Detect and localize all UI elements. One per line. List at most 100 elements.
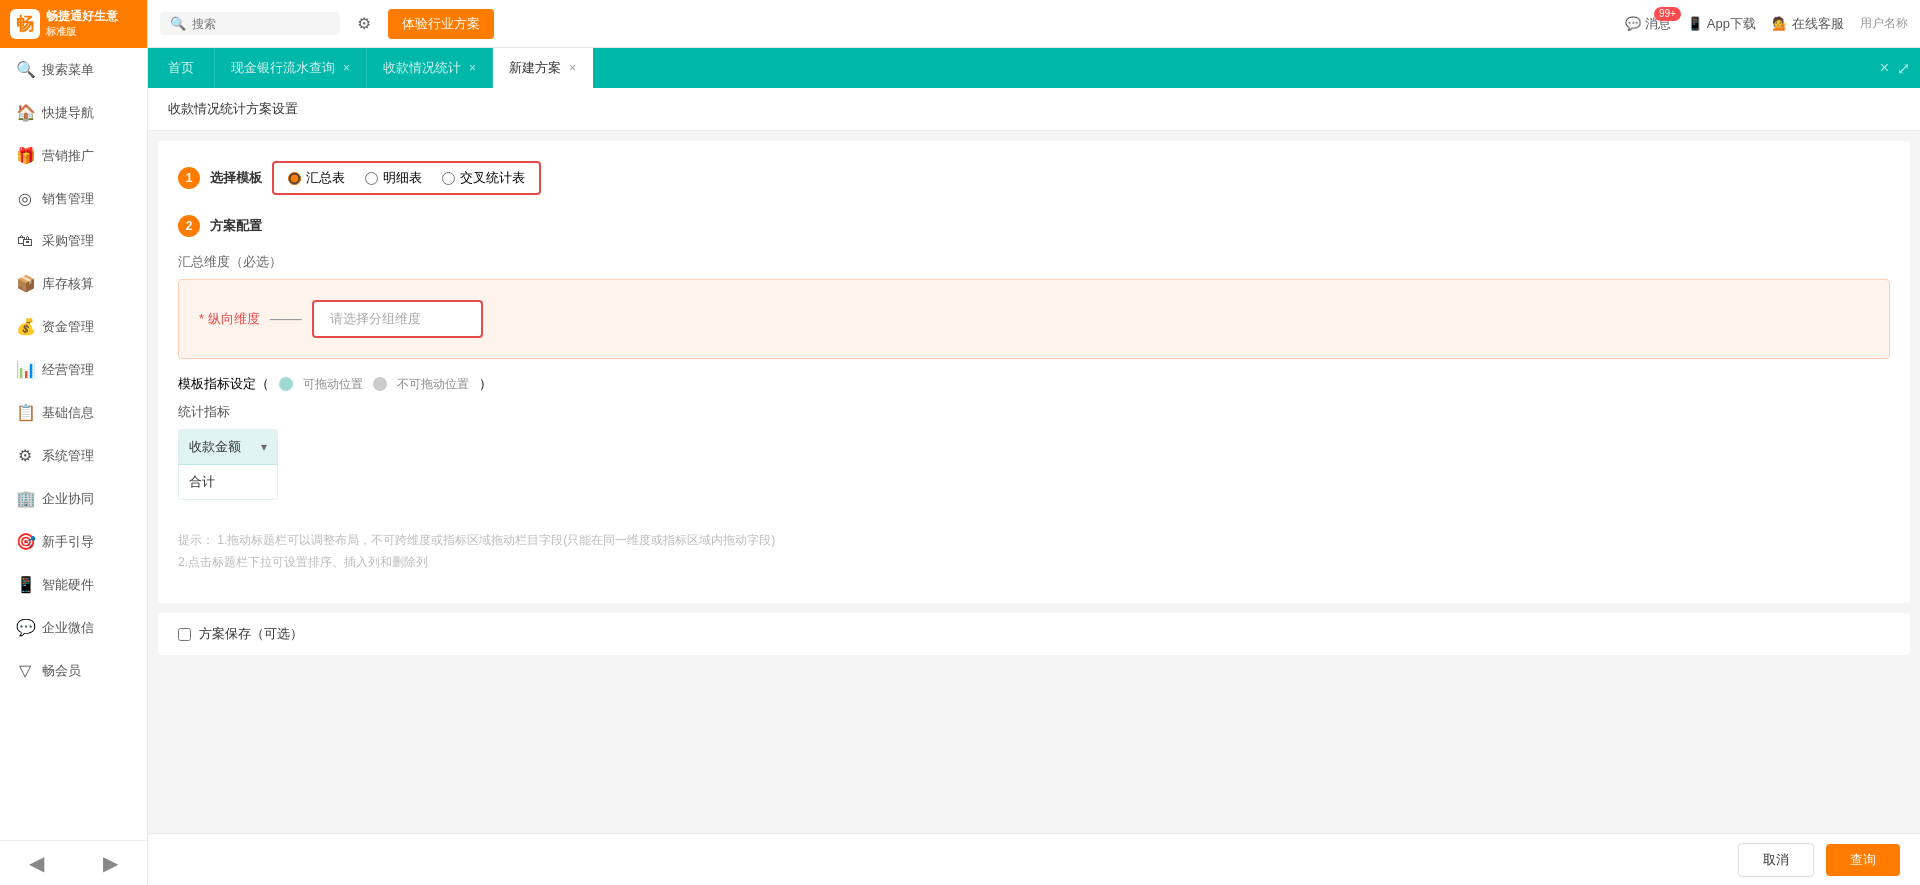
sidebar-item-enterprise[interactable]: 🏢 企业协同 [0,477,147,520]
sidebar-item-label: 销售管理 [42,190,94,208]
metrics-col1-body: 合计 [179,465,277,499]
radio-detail[interactable]: 明细表 [365,169,422,187]
purchase-icon: 🛍 [16,232,34,250]
dimension-selector[interactable]: 请选择分组维度 [312,300,483,338]
search-input[interactable] [192,17,312,31]
operation-icon: 📊 [16,360,34,379]
radio-detail-input[interactable] [365,172,378,185]
sidebar-logo: 畅 畅捷通好生意 标准版 [0,0,147,48]
header-right: 💬 消息 99+ 📱 App下载 💁 在线客服 用户名称 [1625,15,1908,33]
step1-row: 1 选择模板 汇总表 明细表 交叉统计表 [178,161,1890,195]
sidebar-collapse-left[interactable]: ◀ [0,841,74,885]
dimension-placeholder: 请选择分组维度 [330,311,421,326]
tab-new-plan-close[interactable]: × [569,61,576,75]
trial-button[interactable]: 体验行业方案 [388,9,494,39]
window-maximize-icon[interactable]: ⤢ [1897,59,1910,78]
logo-text: 畅捷通好生意 [46,9,118,25]
window-close-icon[interactable]: × [1880,59,1889,77]
app-label: App下载 [1707,15,1756,33]
sidebar-item-capital[interactable]: 💰 资金管理 [0,305,147,348]
metrics-col1-header[interactable]: 收款金额 ▾ [179,430,277,465]
tab-collection-close[interactable]: × [469,61,476,75]
nodrag-dot-icon [373,377,387,391]
step2-label: 方案配置 [210,217,262,235]
capital-icon: 💰 [16,317,34,336]
sidebar-item-purchase[interactable]: 🛍 采购管理 [0,220,147,262]
tab-new-plan[interactable]: 新建方案 × [493,48,593,88]
step2-row: 2 方案配置 [178,215,1890,237]
step1-badge: 1 [178,167,200,189]
sales-icon: ◎ [16,189,34,208]
radio-summary[interactable]: 汇总表 [288,169,345,187]
sidebar-item-label: 资金管理 [42,318,94,336]
radio-cross[interactable]: 交叉统计表 [442,169,525,187]
sidebar-item-marketing[interactable]: 🎁 营销推广 [0,134,147,177]
radio-summary-input[interactable] [288,172,301,185]
sidebar-item-inventory[interactable]: 📦 库存核算 [0,262,147,305]
dimension-row-label: * 纵向维度 [199,310,260,328]
sidebar-item-label: 库存核算 [42,275,94,293]
sidebar-item-label: 企业协同 [42,490,94,508]
sidebar-item-quick-nav[interactable]: 🏠 快捷导航 [0,91,147,134]
radio-cross-input[interactable] [442,172,455,185]
tab-new-plan-label: 新建方案 [509,59,561,77]
tab-collection-label: 收款情况统计 [383,59,461,77]
message-badge[interactable]: 💬 消息 99+ [1625,15,1671,33]
online-service[interactable]: 💁 在线客服 [1772,15,1844,33]
query-button[interactable]: 查询 [1826,844,1900,876]
sidebar-item-label: 新手引导 [42,533,94,551]
settings-icon[interactable]: ⚙ [350,10,378,38]
app-icon: 📱 [1687,16,1703,31]
tips-section: 提示： 1.拖动标题栏可以调整布局，不可跨维度或指标区域拖动栏目字段(只能在同一… [178,520,1890,583]
sidebar-item-newguide[interactable]: 🎯 新手引导 [0,520,147,563]
sidebar-item-operation[interactable]: 📊 经营管理 [0,348,147,391]
footer-bar: 取消 查询 [148,833,1920,885]
step1-label: 选择模板 [210,169,262,187]
sidebar-collapse-right[interactable]: ▶ [74,841,148,885]
sidebar-item-wechat[interactable]: 💬 企业微信 [0,606,147,649]
inventory-icon: 📦 [16,274,34,293]
sidebar-item-smart-hw[interactable]: 📱 智能硬件 [0,563,147,606]
window-controls: × ⤢ [1870,48,1920,88]
service-icon: 💁 [1772,16,1788,31]
metrics-column-1: 收款金额 ▾ 合计 [178,429,278,500]
dimension-row: * 纵向维度 —— 请选择分组维度 [199,300,1869,338]
metrics-title-text: 模板指标设定（ [178,375,269,393]
sidebar-item-label: 经营管理 [42,361,94,379]
tip-2: 2.点击标题栏下拉可设置排序、插入列和删除列 [178,552,1890,574]
message-count: 99+ [1654,7,1681,21]
wechat-icon: 💬 [16,618,34,637]
tab-bank-flow[interactable]: 现金银行流水查询 × [215,48,367,88]
metrics-closing: ） [479,375,492,393]
sidebar-item-basic-info[interactable]: 📋 基础信息 [0,391,147,434]
tip-1: 提示： 1.拖动标题栏可以调整布局，不可跨维度或指标区域拖动栏目字段(只能在同一… [178,530,1890,552]
basic-icon: 📋 [16,403,34,422]
message-icon: 💬 [1625,16,1641,31]
app-download[interactable]: 📱 App下载 [1687,15,1756,33]
sidebar-item-label: 快捷导航 [42,104,94,122]
dimension-title: 汇总维度（必选） [178,253,1890,271]
step2-badge: 2 [178,215,200,237]
metrics-col1-body-text: 合计 [189,474,215,489]
drag-label: 可拖动位置 [303,376,363,393]
cancel-button[interactable]: 取消 [1738,843,1814,877]
chevron-down-icon[interactable]: ▾ [261,440,267,454]
tab-home[interactable]: 首页 [148,48,215,88]
search-icon: 🔍 [170,16,186,31]
sidebar-item-sales[interactable]: ◎ 销售管理 [0,177,147,220]
enterprise-icon: 🏢 [16,489,34,508]
hw-icon: 📱 [16,575,34,594]
save-checkbox[interactable] [178,628,191,641]
template-radio-group: 汇总表 明细表 交叉统计表 [272,161,541,195]
search-box[interactable]: 🔍 [160,12,340,35]
form-section: 1 选择模板 汇总表 明细表 交叉统计表 [158,141,1910,603]
sidebar-item-search[interactable]: 🔍 搜索菜单 [0,48,147,91]
main-area: 🔍 ⚙ 体验行业方案 💬 消息 99+ 📱 App下载 💁 在线客服 用户名称 [148,0,1920,885]
sidebar-item-label: 采购管理 [42,232,94,250]
tab-bank-flow-close[interactable]: × [343,61,350,75]
metrics-col1-title: 收款金额 [189,438,241,456]
content-area: 收款情况统计方案设置 1 选择模板 汇总表 明细表 [148,88,1920,885]
tab-collection-stats[interactable]: 收款情况统计 × [367,48,493,88]
sidebar-item-system[interactable]: ⚙ 系统管理 [0,434,147,477]
sidebar-item-member[interactable]: ▽ 畅会员 [0,649,147,692]
